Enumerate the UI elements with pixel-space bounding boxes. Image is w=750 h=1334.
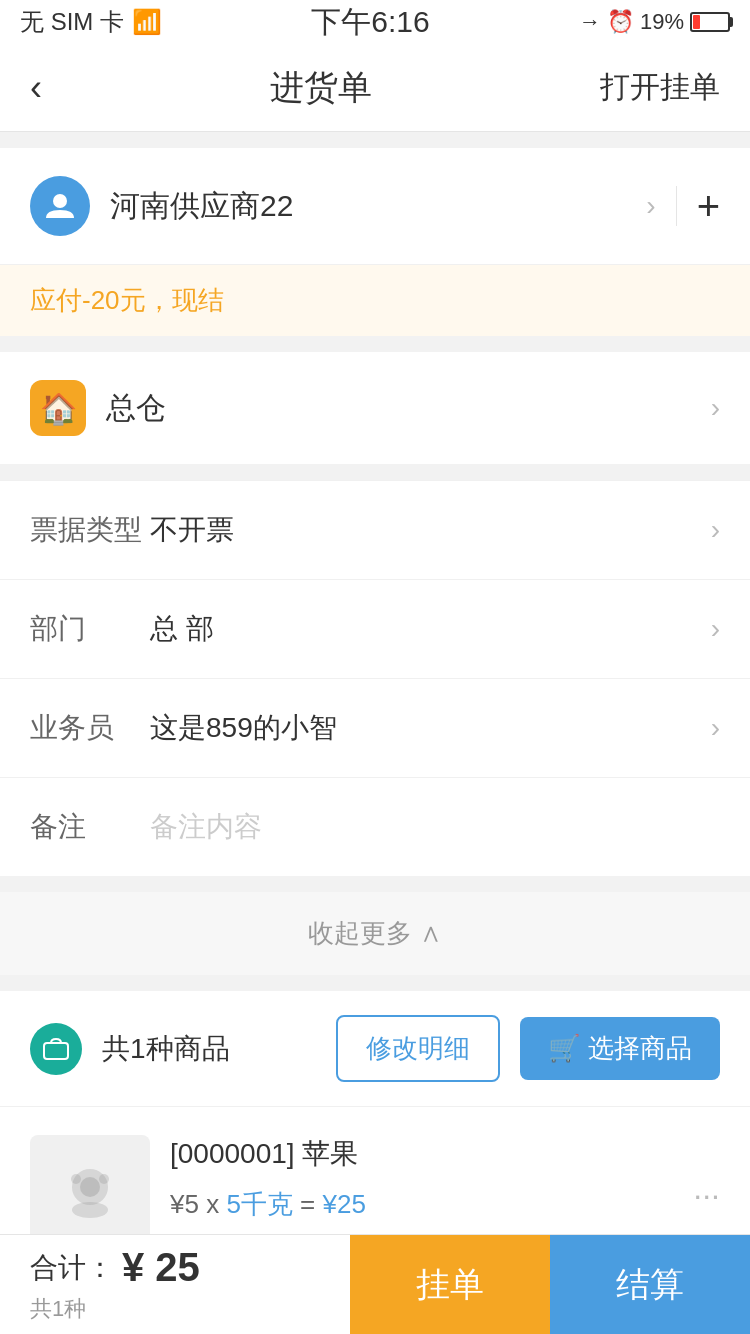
page-title: 进货单 (270, 65, 372, 111)
total-count: 共1种 (30, 1294, 320, 1324)
product-more-button[interactable]: ··· (693, 1177, 720, 1214)
invoice-row[interactable]: 票据类型 不开票 › (0, 480, 750, 579)
svg-point-6 (99, 1174, 109, 1184)
department-chevron-icon: › (711, 613, 720, 645)
supplier-section: 河南供应商22 › + 应付-20元，现结 (0, 148, 750, 336)
status-bar: 无 SIM 卡 📶 下午6:16 → ⏰ 19% (0, 0, 750, 44)
svg-point-0 (53, 194, 67, 208)
svg-point-5 (71, 1174, 81, 1184)
open-hang-button[interactable]: 打开挂单 (600, 67, 720, 108)
nav-bar: ‹ 进货单 打开挂单 (0, 44, 750, 132)
salesman-value: 这是859的小智 (150, 709, 701, 747)
alarm-icon: ⏰ (607, 9, 634, 35)
product-info: [0000001] 苹果 ¥5 x 5千克 = ¥25 (170, 1135, 673, 1222)
product-total: ¥25 (323, 1189, 366, 1219)
battery-percent: 19% (640, 9, 684, 35)
wifi-icon: 📶 (132, 8, 162, 36)
edit-detail-button[interactable]: 修改明细 (336, 1015, 500, 1082)
checkout-button[interactable]: 结算 (550, 1235, 750, 1334)
status-left: 无 SIM 卡 📶 (20, 6, 162, 38)
form-section: 票据类型 不开票 › 部门 总 部 › 业务员 这是859的小智 › 备注 备注… (0, 480, 750, 876)
invoice-label: 票据类型 (30, 511, 150, 549)
warehouse-row[interactable]: 🏠 总仓 › (0, 352, 750, 464)
add-supplier-button[interactable]: + (697, 184, 720, 229)
supplier-name: 河南供应商22 (110, 186, 636, 227)
department-row[interactable]: 部门 总 部 › (0, 579, 750, 678)
department-value: 总 部 (150, 610, 701, 648)
warehouse-name: 总仓 (106, 388, 701, 429)
invoice-value: 不开票 (150, 511, 701, 549)
status-time: 下午6:16 (311, 2, 429, 43)
invoice-chevron-icon: › (711, 514, 720, 546)
select-product-button[interactable]: 🛒 选择商品 (520, 1017, 720, 1080)
total-area: 合计： ¥ 25 共1种 (0, 1235, 350, 1334)
product-price: ¥5 x 5千克 = ¥25 (170, 1187, 673, 1222)
product-cart-icon (30, 1023, 82, 1075)
status-right: → ⏰ 19% (579, 9, 730, 35)
supplier-avatar (30, 176, 90, 236)
total-amount: ¥ 25 (122, 1245, 200, 1290)
hang-button[interactable]: 挂单 (350, 1235, 550, 1334)
warehouse-chevron-icon: › (711, 392, 720, 424)
collapse-text: 收起更多 ∧ (308, 918, 441, 948)
warehouse-section: 🏠 总仓 › (0, 352, 750, 464)
product-name: [0000001] 苹果 (170, 1135, 673, 1173)
product-header: 共1种商品 修改明细 🛒 选择商品 (0, 991, 750, 1107)
supplier-row[interactable]: 河南供应商22 › + (0, 148, 750, 265)
select-product-label: 选择商品 (588, 1031, 692, 1066)
department-label: 部门 (30, 610, 150, 648)
svg-point-4 (72, 1202, 108, 1218)
supplier-chevron-icon: › (646, 190, 655, 222)
notice-banner: 应付-20元，现结 (0, 265, 750, 336)
svg-rect-1 (44, 1043, 68, 1059)
remark-value: 备注内容 (150, 808, 720, 846)
battery-icon (690, 12, 730, 32)
salesman-label: 业务员 (30, 709, 150, 747)
product-unit-price: ¥5 (170, 1189, 199, 1219)
supplier-divider (676, 186, 677, 226)
product-quantity: 5千克 (226, 1189, 292, 1219)
product-count-text: 共1种商品 (102, 1030, 316, 1068)
notice-text: 应付-20元，现结 (30, 285, 224, 315)
total-label: 合计： (30, 1249, 114, 1287)
product-title: 苹果 (302, 1138, 358, 1169)
back-button[interactable]: ‹ (30, 67, 42, 109)
salesman-row[interactable]: 业务员 这是859的小智 › (0, 678, 750, 777)
gap1 (0, 132, 750, 148)
bottom-bar: 合计： ¥ 25 共1种 挂单 结算 (0, 1234, 750, 1334)
warehouse-icon: 🏠 (30, 380, 86, 436)
product-id: [0000001] (170, 1138, 295, 1169)
remark-label: 备注 (30, 808, 150, 846)
collapse-button[interactable]: 收起更多 ∧ (0, 892, 750, 975)
location-icon: → (579, 9, 601, 35)
cart-icon: 🛒 (548, 1033, 580, 1064)
salesman-chevron-icon: › (711, 712, 720, 744)
total-main: 合计： ¥ 25 (30, 1245, 320, 1290)
sim-status: 无 SIM 卡 (20, 6, 124, 38)
svg-point-3 (80, 1177, 100, 1197)
remark-row[interactable]: 备注 备注内容 (0, 777, 750, 876)
